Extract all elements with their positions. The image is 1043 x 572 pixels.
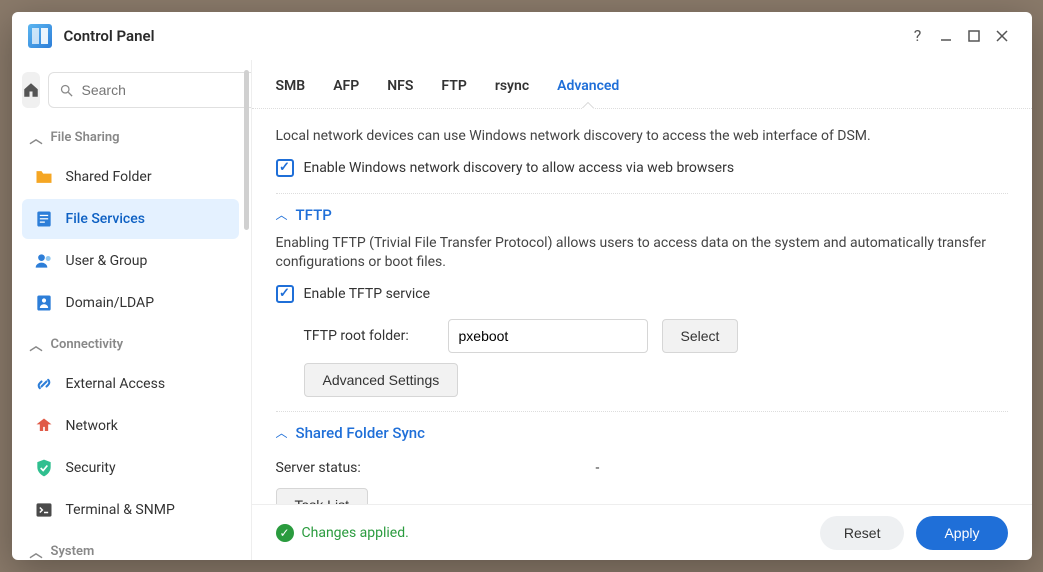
shield-icon [34, 458, 54, 478]
apply-button[interactable]: Apply [916, 516, 1007, 550]
tab-smb[interactable]: SMB [276, 78, 306, 108]
tftp-root-input[interactable] [448, 319, 648, 353]
tab-afp[interactable]: AFP [333, 78, 359, 108]
tab-rsync[interactable]: rsync [495, 78, 529, 108]
sidebar-item-label: Domain/LDAP [66, 295, 155, 311]
tftp-section-header[interactable]: ︿ TFTP [276, 193, 1008, 234]
window-title: Control Panel [64, 27, 155, 45]
control-panel-window: Control Panel ? ︿File SharingShared Fol [12, 12, 1032, 560]
sidebar-item-label: User & Group [66, 253, 148, 269]
sidebar-item-label: Terminal & SNMP [66, 502, 175, 518]
shared-folder-sync-header[interactable]: ︿ Shared Folder Sync [276, 411, 1008, 452]
sidebar-item-label: File Services [66, 211, 145, 227]
network-icon [34, 416, 54, 436]
status-message: ✓ Changes applied. [276, 524, 409, 542]
sidebar-item-security[interactable]: Security [22, 448, 239, 488]
server-status-value: - [596, 460, 600, 476]
sidebar-item-label: Network [66, 418, 118, 434]
task-list-button[interactable]: Task List [276, 488, 368, 504]
sidebar-section-file-sharing[interactable]: ︿File Sharing [18, 118, 243, 155]
server-status-label: Server status: [276, 460, 566, 476]
select-folder-button[interactable]: Select [662, 319, 739, 353]
chevron-up-icon: ︿ [276, 206, 288, 223]
tab-advanced[interactable]: Advanced [557, 78, 619, 108]
chevron-up-icon: ︿ [276, 424, 288, 441]
home-button[interactable] [22, 72, 40, 108]
sidebar-item-domain-ldap[interactable]: Domain/LDAP [22, 283, 239, 323]
chevron-up-icon: ︿ [30, 542, 43, 560]
sidebar-item-shared-folder[interactable]: Shared Folder [22, 157, 239, 197]
tab-nfs[interactable]: NFS [387, 78, 413, 108]
content-area: Local network devices can use Windows ne… [252, 109, 1032, 504]
sidebar-item-user-group[interactable]: User & Group [22, 241, 239, 281]
sidebar-item-network[interactable]: Network [22, 406, 239, 446]
app-icon [28, 24, 52, 48]
enable-discovery-label: Enable Windows network discovery to allo… [304, 160, 735, 176]
terminal-icon [34, 500, 54, 520]
sidebar-item-terminal-snmp[interactable]: Terminal & SNMP [22, 490, 239, 530]
sidebar-section-system[interactable]: ︿System [18, 532, 243, 560]
sidebar-section-connectivity[interactable]: ︿Connectivity [18, 325, 243, 362]
search-input[interactable] [82, 82, 252, 98]
help-button[interactable]: ? [904, 22, 932, 50]
sidebar-item-label: External Access [66, 376, 166, 392]
enable-tftp-checkbox[interactable] [276, 285, 294, 303]
sidebar-item-file-services[interactable]: File Services [22, 199, 239, 239]
minimize-button[interactable] [932, 22, 960, 50]
maximize-button[interactable] [960, 22, 988, 50]
chevron-up-icon: ︿ [30, 335, 43, 354]
home-icon [22, 81, 40, 99]
folder-icon [34, 167, 54, 187]
tftp-root-label: TFTP root folder: [304, 328, 434, 344]
users-icon [34, 251, 54, 271]
sidebar-item-external-access[interactable]: External Access [22, 364, 239, 404]
main-panel: SMB AFP NFS FTP rsync Advanced Local network … [252, 60, 1032, 560]
footer: ✓ Changes applied. Reset Apply [252, 504, 1032, 560]
enable-tftp-label: Enable TFTP service [304, 286, 431, 302]
close-button[interactable] [988, 22, 1016, 50]
discovery-description: Local network devices can use Windows ne… [276, 127, 1008, 147]
domain-icon [34, 293, 54, 313]
tftp-advanced-settings-button[interactable]: Advanced Settings [304, 363, 459, 397]
file-icon [34, 209, 54, 229]
tftp-description: Enabling TFTP (Trivial File Transfer Pro… [276, 234, 1008, 273]
search-icon [59, 83, 74, 98]
tab-bar: SMB AFP NFS FTP rsync Advanced [252, 60, 1032, 109]
check-icon: ✓ [276, 524, 294, 542]
sidebar-item-label: Security [66, 460, 116, 476]
tab-ftp[interactable]: FTP [441, 78, 466, 108]
search-box[interactable] [48, 72, 252, 108]
chevron-up-icon: ︿ [30, 128, 43, 147]
titlebar: Control Panel ? [12, 12, 1032, 60]
enable-discovery-checkbox[interactable] [276, 159, 294, 177]
reset-button[interactable]: Reset [820, 516, 905, 550]
sidebar-item-label: Shared Folder [66, 169, 152, 185]
sidebar: ︿File Sharing Shared Folder File Services U… [12, 60, 252, 560]
link-icon [34, 374, 54, 394]
